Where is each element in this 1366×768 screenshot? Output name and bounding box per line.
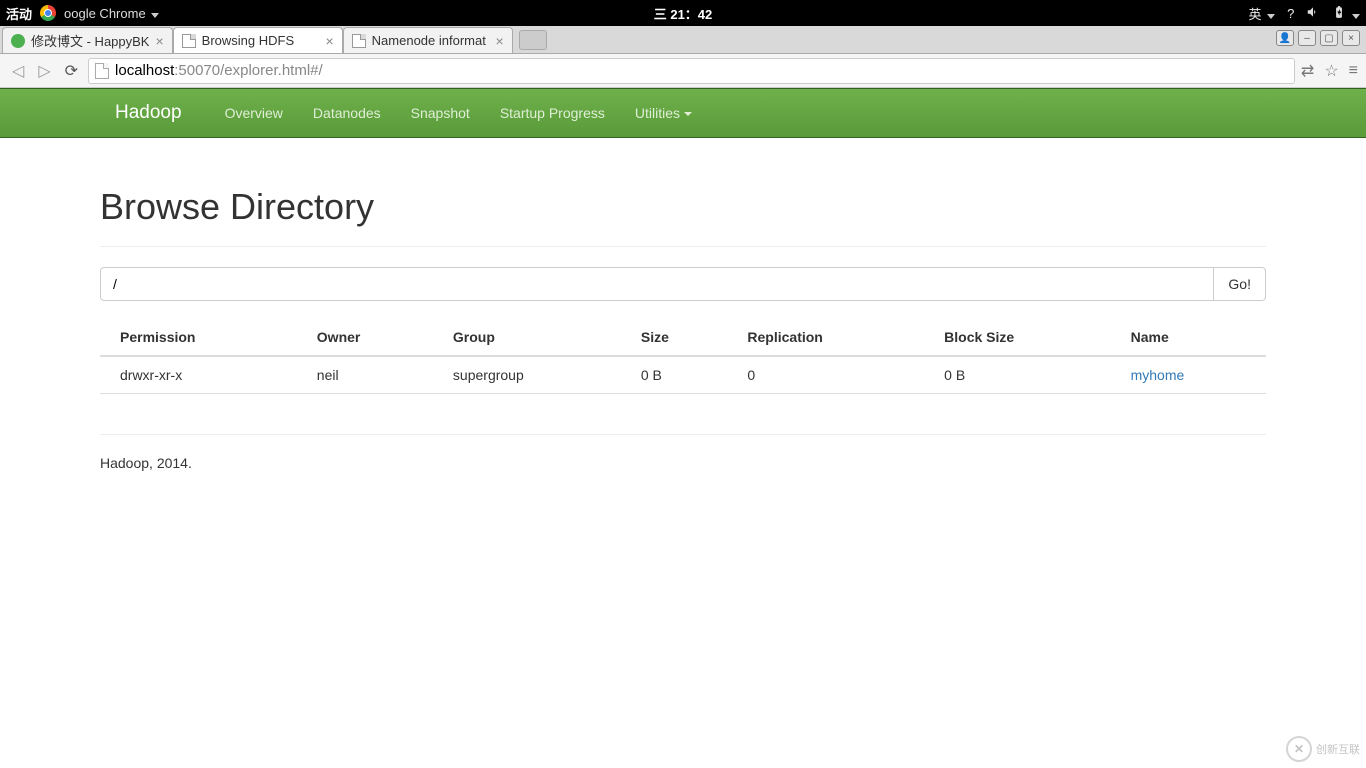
favicon-icon — [11, 34, 25, 48]
gnome-top-bar: 活动 oogle Chrome 三 21：42 英 ? — [0, 0, 1366, 26]
tab-title: Browsing HDFS — [202, 33, 320, 48]
chrome-toolbar: ◁ ▷ ⟳ localhost:50070/explorer.html#/ ⇄ … — [0, 54, 1366, 88]
col-size: Size — [621, 319, 728, 356]
tab-title: 修改博文 - HappyBK — [31, 31, 149, 50]
battery-icon[interactable] — [1332, 5, 1360, 22]
cell-replication: 0 — [727, 356, 924, 394]
footer-text: Hadoop, 2014. — [100, 455, 1266, 501]
cell-owner: neil — [297, 356, 433, 394]
chrome-icon — [40, 5, 56, 21]
hadoop-navbar: Hadoop Overview Datanodes Snapshot Start… — [0, 88, 1366, 138]
menu-icon[interactable]: ≡ — [1349, 62, 1358, 80]
activities-button[interactable]: 活动 — [6, 4, 32, 23]
translate-icon[interactable]: ⇄ — [1301, 61, 1314, 81]
chevron-down-icon — [1352, 14, 1360, 19]
table-header-row: Permission Owner Group Size Replication … — [100, 319, 1266, 356]
nav-utilities-dropdown[interactable]: Utilities — [620, 90, 707, 136]
page-content: Browse Directory Go! Permission Owner Gr… — [0, 186, 1366, 501]
chevron-down-icon — [684, 112, 692, 116]
cell-permission: drwxr-xr-x — [100, 356, 297, 394]
close-icon[interactable]: × — [325, 33, 333, 49]
cell-block-size: 0 B — [924, 356, 1110, 394]
url-path: :50070/explorer.html#/ — [174, 62, 322, 79]
new-tab-button[interactable] — [519, 30, 547, 50]
clock[interactable]: 三 21：42 — [654, 4, 713, 23]
close-window-button[interactable]: × — [1342, 30, 1360, 46]
brand-link[interactable]: Hadoop — [115, 102, 182, 124]
active-app-label[interactable]: oogle Chrome — [64, 6, 159, 21]
directory-table: Permission Owner Group Size Replication … — [100, 319, 1266, 394]
entry-link[interactable]: myhome — [1131, 367, 1185, 383]
bookmark-icon[interactable]: ☆ — [1324, 61, 1338, 81]
favicon-icon — [352, 34, 366, 48]
go-button[interactable]: Go! — [1214, 267, 1266, 301]
close-icon[interactable]: × — [495, 33, 503, 49]
chevron-down-icon — [151, 13, 159, 18]
tab-title: Namenode informat — [372, 33, 490, 48]
col-group: Group — [433, 319, 621, 356]
url-host: localhost — [115, 62, 174, 79]
chrome-tab-strip: 修改博文 - HappyBK × Browsing HDFS × Namenod… — [0, 26, 1366, 54]
volume-icon[interactable] — [1306, 5, 1320, 22]
col-replication: Replication — [727, 319, 924, 356]
help-icon[interactable]: ? — [1287, 6, 1294, 21]
tab-1[interactable]: Browsing HDFS × — [173, 27, 343, 53]
page-icon — [95, 63, 109, 79]
nav-overview[interactable]: Overview — [210, 90, 298, 136]
watermark-text: 创新互联 — [1316, 741, 1360, 757]
maximize-button[interactable]: ▢ — [1320, 30, 1338, 46]
divider — [100, 434, 1266, 435]
reload-button[interactable]: ⟳ — [61, 59, 82, 83]
path-input-group: Go! — [100, 267, 1266, 301]
cell-size: 0 B — [621, 356, 728, 394]
tab-0[interactable]: 修改博文 - HappyBK × — [2, 27, 173, 53]
favicon-icon — [182, 34, 196, 48]
watermark: ✕ 创新互联 — [1286, 736, 1360, 762]
back-button[interactable]: ◁ — [8, 59, 28, 83]
col-name: Name — [1111, 319, 1266, 356]
nav-datanodes[interactable]: Datanodes — [298, 90, 396, 136]
col-permission: Permission — [100, 319, 297, 356]
user-icon[interactable]: 👤 — [1276, 30, 1294, 46]
cell-group: supergroup — [433, 356, 621, 394]
address-bar[interactable]: localhost:50070/explorer.html#/ — [88, 58, 1295, 84]
table-row: drwxr-xr-xneilsupergroup0 B00 Bmyhome — [100, 356, 1266, 394]
close-icon[interactable]: × — [155, 33, 163, 49]
cell-name: myhome — [1111, 356, 1266, 394]
chevron-down-icon — [1267, 14, 1275, 19]
page-title: Browse Directory — [100, 186, 1266, 228]
ime-indicator[interactable]: 英 — [1249, 4, 1276, 23]
nav-startup-progress[interactable]: Startup Progress — [485, 90, 620, 136]
tab-2[interactable]: Namenode informat × — [343, 27, 513, 53]
forward-button[interactable]: ▷ — [34, 59, 54, 83]
divider — [100, 246, 1266, 247]
col-owner: Owner — [297, 319, 433, 356]
path-input[interactable] — [100, 267, 1214, 301]
minimize-button[interactable]: – — [1298, 30, 1316, 46]
watermark-logo-icon: ✕ — [1286, 736, 1312, 762]
nav-snapshot[interactable]: Snapshot — [396, 90, 485, 136]
col-block-size: Block Size — [924, 319, 1110, 356]
window-controls: 👤 – ▢ × — [1276, 30, 1360, 46]
